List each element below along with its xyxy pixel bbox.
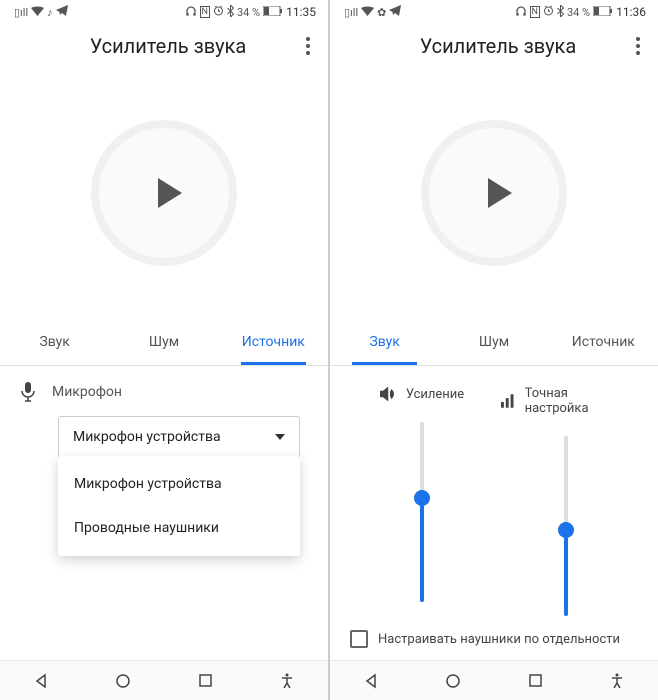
app-icon: ✿	[377, 6, 386, 19]
battery-icon	[263, 6, 283, 19]
status-bar: ▯ıll ♪ N 34 %	[0, 0, 328, 24]
tab-sound[interactable]: Звук	[0, 318, 109, 365]
bluetooth-icon	[227, 5, 234, 20]
headset-icon	[515, 5, 527, 20]
tab-source[interactable]: Источник	[549, 318, 658, 365]
tab-bar: Звук Шум Источник	[0, 318, 328, 366]
bluetooth-icon	[557, 5, 564, 20]
page-title: Усилитель звука	[370, 34, 626, 58]
nav-back[interactable]	[361, 671, 381, 691]
battery-text: 34 %	[567, 6, 590, 19]
clock: 11:36	[616, 5, 646, 19]
app-bar: Усилитель звука	[0, 24, 328, 68]
separate-headphones-checkbox[interactable]	[350, 630, 368, 648]
wifi-icon	[31, 6, 44, 19]
play-button[interactable]	[429, 128, 559, 258]
nav-accessibility[interactable]	[277, 671, 297, 691]
play-icon	[148, 173, 188, 213]
volume-icon	[380, 386, 398, 402]
app-icon: ♪	[47, 6, 53, 19]
tab-bar: Звук Шум Источник	[330, 318, 658, 366]
play-icon	[478, 173, 518, 213]
tab-sound[interactable]: Звук	[330, 318, 439, 365]
more-button[interactable]	[296, 34, 320, 58]
slider-thumb[interactable]	[414, 490, 430, 506]
nav-back[interactable]	[31, 671, 51, 691]
signal-icon: ▯ıll	[14, 6, 28, 19]
tab-source[interactable]: Источник	[219, 318, 328, 365]
play-area	[0, 68, 328, 318]
boost-slider[interactable]	[420, 422, 424, 602]
mic-source-select[interactable]: Микрофон устройства	[58, 416, 300, 458]
finetune-label: Точная настройка	[525, 386, 631, 416]
nav-recent[interactable]	[195, 671, 215, 691]
alarm-icon	[543, 5, 554, 19]
mic-section-label: Микрофон	[52, 384, 122, 400]
wifi-icon	[361, 6, 374, 19]
boost-label: Усиление	[406, 387, 464, 402]
slider-thumb[interactable]	[558, 522, 574, 538]
select-value: Микрофон устройства	[73, 429, 221, 445]
battery-text: 34 %	[237, 6, 260, 19]
app-bar: Усилитель звука	[330, 24, 658, 68]
nav-home[interactable]	[443, 671, 463, 691]
nav-recent[interactable]	[525, 671, 545, 691]
more-button[interactable]	[626, 34, 650, 58]
option-device-mic[interactable]: Микрофон устройства	[58, 462, 300, 506]
tab-noise[interactable]: Шум	[109, 318, 218, 365]
navigation-bar	[330, 660, 658, 700]
navigation-bar	[0, 660, 328, 700]
option-wired-headphones[interactable]: Проводные наушники	[58, 506, 300, 550]
status-bar: ▯ıll ✿ N 34 % 11:36	[330, 0, 658, 24]
nfc-icon: N	[200, 6, 210, 18]
telegram-icon	[56, 5, 68, 19]
nfc-icon: N	[530, 6, 540, 18]
tab-content-source: Микрофон Микрофон устройства Микрофон ус…	[0, 366, 328, 660]
play-button[interactable]	[99, 128, 229, 258]
alarm-icon	[213, 5, 224, 19]
battery-icon	[593, 6, 613, 19]
page-title: Усилитель звука	[40, 34, 296, 58]
nav-accessibility[interactable]	[607, 671, 627, 691]
screenshot-right: ▯ıll ✿ N 34 % 11:36 Усилитель звука	[330, 0, 658, 700]
mic-source-dropdown: Микрофон устройства Проводные наушники	[58, 456, 300, 556]
clock: 11:35	[286, 5, 316, 19]
checkbox-label: Настраивать наушники по отдельности	[378, 632, 620, 647]
finetune-slider[interactable]	[564, 436, 568, 616]
tab-noise[interactable]: Шум	[439, 318, 548, 365]
telegram-icon	[389, 5, 401, 19]
headset-icon	[185, 5, 197, 20]
nav-home[interactable]	[113, 671, 133, 691]
screenshot-left: ▯ıll ♪ N 34 %	[0, 0, 328, 700]
microphone-icon	[20, 382, 36, 402]
caret-down-icon	[275, 434, 285, 440]
tab-content-sound: Усиление Точная настройка	[330, 366, 658, 660]
signal-icon: ▯ıll	[344, 6, 358, 19]
equalizer-icon	[501, 394, 516, 408]
play-area	[330, 68, 658, 318]
